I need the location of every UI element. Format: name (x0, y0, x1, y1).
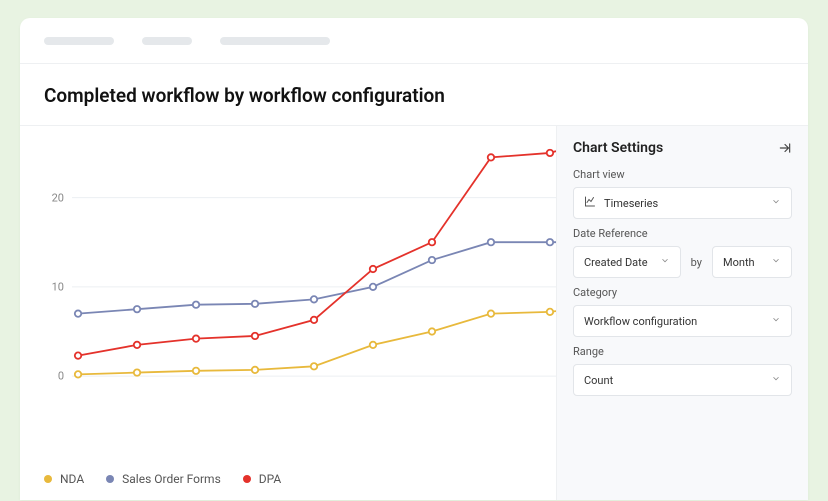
y-tick-label: 10 (52, 280, 64, 293)
legend-item-dpa: DPA (243, 472, 281, 486)
content-body: 0 10 20 NDA Sales Order Forms (20, 126, 808, 500)
field-label-chart-view: Chart view (573, 168, 792, 181)
y-tick-label: 0 (58, 370, 64, 383)
field-label-date-reference: Date Reference (573, 227, 792, 240)
titlebar: Completed workflow by workflow configura… (20, 64, 808, 126)
settings-title: Chart Settings (573, 140, 663, 156)
app-card: Completed workflow by workflow configura… (20, 18, 808, 500)
chevron-down-icon (660, 256, 670, 269)
chevron-down-icon (771, 197, 781, 210)
date-reference-select[interactable]: Created Date (573, 246, 681, 278)
topbar (20, 18, 808, 64)
by-label: by (691, 256, 702, 269)
range-select[interactable]: Count (573, 364, 792, 396)
chart-settings-panel: Chart Settings Chart view Timeseries Dat… (556, 126, 808, 500)
page-title: Completed workflow by workflow configura… (44, 84, 784, 107)
chevron-down-icon (771, 374, 781, 387)
legend-swatch (44, 475, 52, 483)
nav-placeholder (44, 37, 114, 45)
category-select[interactable]: Workflow configuration (573, 305, 792, 337)
legend-label: NDA (60, 472, 84, 486)
nav-placeholder (142, 37, 192, 45)
legend-item-nda: NDA (44, 472, 84, 486)
chevron-down-icon (771, 315, 781, 328)
chart-view-value: Timeseries (604, 197, 658, 210)
collapse-panel-icon[interactable] (778, 141, 792, 155)
timeseries-icon (584, 196, 596, 211)
gridlines (72, 198, 556, 377)
date-bucket-select[interactable]: Month (712, 246, 792, 278)
legend: NDA Sales Order Forms DPA (44, 472, 281, 486)
settings-header: Chart Settings (573, 140, 792, 156)
field-label-category: Category (573, 286, 792, 299)
legend-swatch (106, 475, 114, 483)
y-tick-label: 20 (52, 191, 64, 204)
range-value: Count (584, 374, 613, 387)
legend-label: Sales Order Forms (122, 472, 221, 486)
legend-label: DPA (259, 472, 281, 486)
category-value: Workflow configuration (584, 315, 697, 328)
chevron-down-icon (771, 256, 781, 269)
y-axis: 0 10 20 (40, 144, 70, 394)
field-label-range: Range (573, 345, 792, 358)
date-bucket-value: Month (723, 256, 755, 269)
chart-svg (72, 144, 556, 394)
date-reference-value: Created Date (584, 256, 648, 269)
plot-area (72, 144, 556, 394)
chart-zone: 0 10 20 NDA Sales Order Forms (20, 126, 556, 500)
legend-swatch (243, 475, 251, 483)
nav-placeholder (220, 37, 330, 45)
legend-item-sof: Sales Order Forms (106, 472, 221, 486)
chart-series (75, 150, 556, 378)
chart-view-select[interactable]: Timeseries (573, 187, 792, 219)
